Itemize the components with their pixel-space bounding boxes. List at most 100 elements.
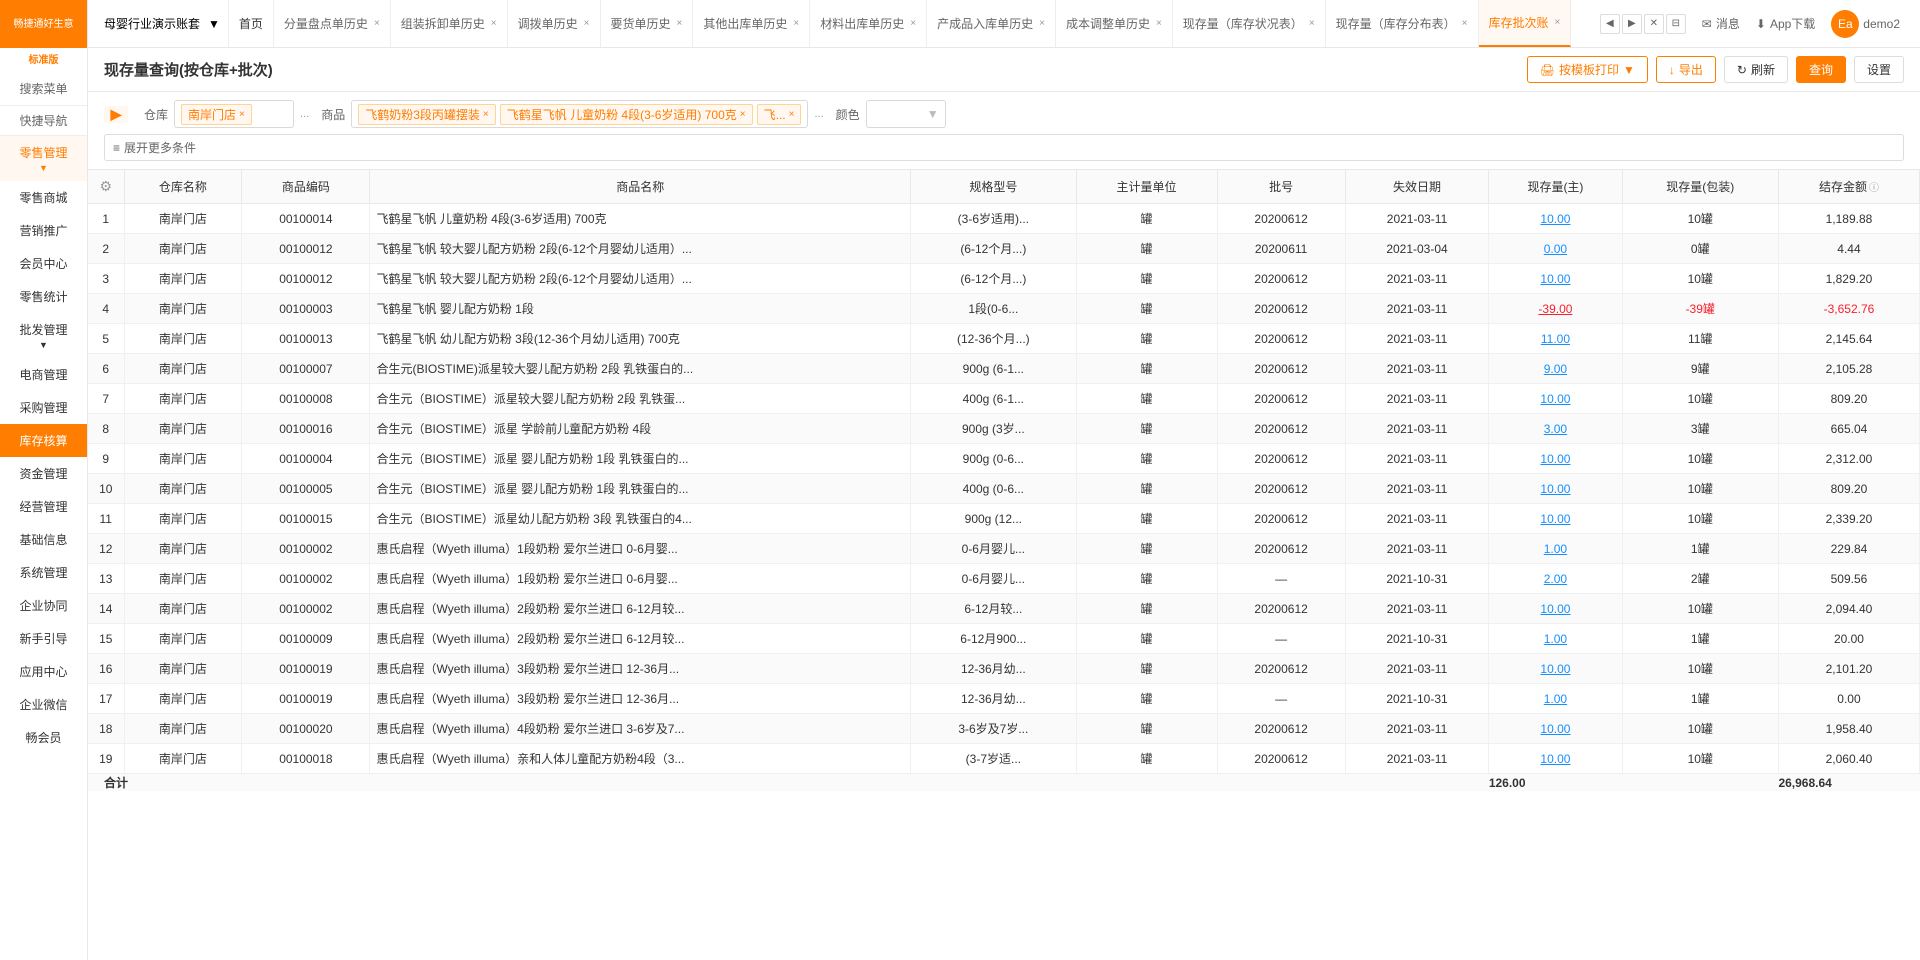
- sidebar-item-vip[interactable]: 畅会员: [0, 721, 87, 754]
- sidebar-item-finance[interactable]: 资金管理: [0, 457, 87, 490]
- user-profile-btn[interactable]: Ea demo2: [1831, 10, 1900, 38]
- tab-close-icon[interactable]: ×: [374, 18, 380, 29]
- col-settings[interactable]: ⚙: [88, 170, 124, 204]
- row-code: 00100005: [242, 474, 370, 504]
- tab-close-icon[interactable]: ×: [584, 18, 590, 29]
- row-unit: 罐: [1076, 504, 1217, 534]
- search-menu[interactable]: 搜索菜单: [0, 72, 87, 106]
- filter-nav-arrow[interactable]: ▶: [104, 106, 128, 123]
- product-tag-2[interactable]: 飞鹤星飞帆 儿童奶粉 4段(3-6岁适用) 700克 ×: [500, 104, 753, 125]
- tab-material-out[interactable]: 材料出库单历史 ×: [810, 0, 927, 47]
- tag-close-icon[interactable]: ×: [740, 109, 746, 120]
- row-qty-main[interactable]: 1.00: [1489, 684, 1622, 714]
- row-qty-main[interactable]: 2.00: [1489, 564, 1622, 594]
- tab-close-icon[interactable]: ×: [793, 18, 799, 29]
- tab-product-in[interactable]: 产成品入库单历史 ×: [927, 0, 1056, 47]
- tab-inquiry-history[interactable]: 调拨单历史 ×: [508, 0, 601, 47]
- tab-inventory-status[interactable]: 现存量（库存状况表） ×: [1173, 0, 1326, 47]
- row-qty-main[interactable]: 1.00: [1489, 624, 1622, 654]
- row-no: 1: [88, 204, 124, 234]
- message-btn[interactable]: ✉ 消息: [1702, 15, 1740, 32]
- export-btn[interactable]: ↓ 导出: [1656, 56, 1716, 83]
- row-qty-main[interactable]: 10.00: [1489, 744, 1622, 774]
- tab-inventory-dist[interactable]: 现存量（库存分布表） ×: [1326, 0, 1479, 47]
- tab-close-others-btn[interactable]: ⊟: [1666, 14, 1686, 34]
- tab-close-icon[interactable]: ×: [1039, 18, 1045, 29]
- template-print-btn[interactable]: 🖨 按模板打印 ▼: [1527, 56, 1648, 83]
- sidebar-item-app-center[interactable]: 应用中心: [0, 655, 87, 688]
- tab-close-icon[interactable]: ×: [1309, 18, 1315, 29]
- tab-close-icon[interactable]: ×: [1462, 18, 1468, 29]
- refresh-btn[interactable]: ↻ 刷新: [1724, 56, 1788, 83]
- row-qty-main[interactable]: 10.00: [1489, 444, 1622, 474]
- tab-nav-left-btn[interactable]: ◀: [1600, 14, 1620, 34]
- row-qty-main[interactable]: 10.00: [1489, 474, 1622, 504]
- sidebar-item-retail-mall[interactable]: 零售商城: [0, 181, 87, 214]
- expand-more-btn[interactable]: ≡ 展开更多条件: [104, 134, 1904, 161]
- row-qty-main[interactable]: 10.00: [1489, 384, 1622, 414]
- tab-close-icon[interactable]: ×: [1156, 18, 1162, 29]
- sidebar-item-wholesale[interactable]: 批发管理 ▼: [0, 313, 87, 358]
- sidebar-item-inventory[interactable]: 库存核算: [0, 424, 87, 457]
- row-qty-pkg: 3罐: [1622, 414, 1778, 444]
- row-qty-main[interactable]: 1.00: [1489, 534, 1622, 564]
- row-qty-main[interactable]: 10.00: [1489, 594, 1622, 624]
- tab-batch-order[interactable]: 库存批次账 ×: [1479, 0, 1572, 47]
- row-qty-main[interactable]: 10.00: [1489, 714, 1622, 744]
- tab-home[interactable]: 首页: [229, 0, 274, 47]
- row-qty-main[interactable]: 10.00: [1489, 654, 1622, 684]
- footer-qty-pkg: [1622, 774, 1778, 792]
- tab-borrow-history[interactable]: 要货单历史 ×: [601, 0, 694, 47]
- tag-close-icon[interactable]: ×: [789, 109, 795, 120]
- company-selector[interactable]: 母婴行业演示账套 ▼: [96, 0, 229, 47]
- sidebar-item-new-guide[interactable]: 新手引导: [0, 622, 87, 655]
- settings-btn[interactable]: 设置: [1854, 56, 1904, 83]
- sidebar-item-enterprise-wechat[interactable]: 企业微信: [0, 688, 87, 721]
- sidebar-item-marketing[interactable]: 营销推广: [0, 214, 87, 247]
- row-qty-main[interactable]: 10.00: [1489, 204, 1622, 234]
- tab-close-icon[interactable]: ×: [910, 18, 916, 29]
- row-expire: 2021-03-11: [1345, 654, 1489, 684]
- app-download-btn[interactable]: ⬇ App下载: [1756, 15, 1815, 32]
- sidebar-item-retail-stats[interactable]: 零售统计: [0, 280, 87, 313]
- sidebar-item-retail[interactable]: 零售管理 ▼: [0, 136, 87, 181]
- tab-close-icon[interactable]: ×: [491, 18, 497, 29]
- tab-close-current-btn[interactable]: ✕: [1644, 14, 1664, 34]
- top-right-actions: ✉ 消息 ⬇ App下载 Ea demo2: [1690, 10, 1912, 38]
- table-settings-icon[interactable]: ⚙: [99, 178, 112, 194]
- sidebar-item-member[interactable]: 会员中心: [0, 247, 87, 280]
- tag-close-icon[interactable]: ×: [483, 109, 489, 120]
- tab-other-out[interactable]: 其他出库单历史 ×: [693, 0, 810, 47]
- row-qty-main[interactable]: 0.00: [1489, 234, 1622, 264]
- sidebar-item-enterprise[interactable]: 企业协同: [0, 589, 87, 622]
- row-qty-main[interactable]: 3.00: [1489, 414, 1622, 444]
- warehouse-tag[interactable]: 南岸门店 ×: [181, 104, 252, 125]
- row-qty-pkg: 1罐: [1622, 624, 1778, 654]
- warehouse-tags[interactable]: 南岸门店 ×: [174, 100, 294, 128]
- amount-info-icon[interactable]: ⓘ: [1869, 183, 1879, 194]
- sidebar-item-basics[interactable]: 基础信息: [0, 523, 87, 556]
- row-expire: 2021-03-11: [1345, 414, 1489, 444]
- sidebar-item-ecommerce[interactable]: 电商管理: [0, 358, 87, 391]
- tab-disassemble-history[interactable]: 组装拆卸单历史 ×: [391, 0, 508, 47]
- query-btn[interactable]: 查询: [1796, 56, 1846, 83]
- sidebar-item-procurement[interactable]: 采购管理: [0, 391, 87, 424]
- product-tags[interactable]: 飞鹤奶粉3段丙罐摆装 × 飞鹤星飞帆 儿童奶粉 4段(3-6岁适用) 700克 …: [351, 100, 808, 128]
- tab-split-history[interactable]: 分量盘点单历史 ×: [274, 0, 391, 47]
- sidebar-item-operations[interactable]: 经营管理: [0, 490, 87, 523]
- row-qty-main[interactable]: -39.00: [1489, 294, 1622, 324]
- tab-close-icon[interactable]: ×: [1555, 17, 1561, 28]
- row-qty-main[interactable]: 9.00: [1489, 354, 1622, 384]
- row-qty-main[interactable]: 11.00: [1489, 324, 1622, 354]
- product-tag-1[interactable]: 飞鹤奶粉3段丙罐摆装 ×: [358, 104, 496, 125]
- row-qty-main[interactable]: 10.00: [1489, 504, 1622, 534]
- color-input[interactable]: ▼: [866, 100, 946, 128]
- product-tag-3[interactable]: 飞... ×: [757, 104, 802, 125]
- sidebar-item-system[interactable]: 系统管理: [0, 556, 87, 589]
- tag-close-icon[interactable]: ×: [239, 109, 245, 120]
- quick-nav[interactable]: 快捷导航: [0, 106, 87, 136]
- tab-close-icon[interactable]: ×: [677, 18, 683, 29]
- row-qty-main[interactable]: 10.00: [1489, 264, 1622, 294]
- tab-cost-adjust[interactable]: 成本调整单历史 ×: [1056, 0, 1173, 47]
- tab-nav-right-btn[interactable]: ▶: [1622, 14, 1642, 34]
